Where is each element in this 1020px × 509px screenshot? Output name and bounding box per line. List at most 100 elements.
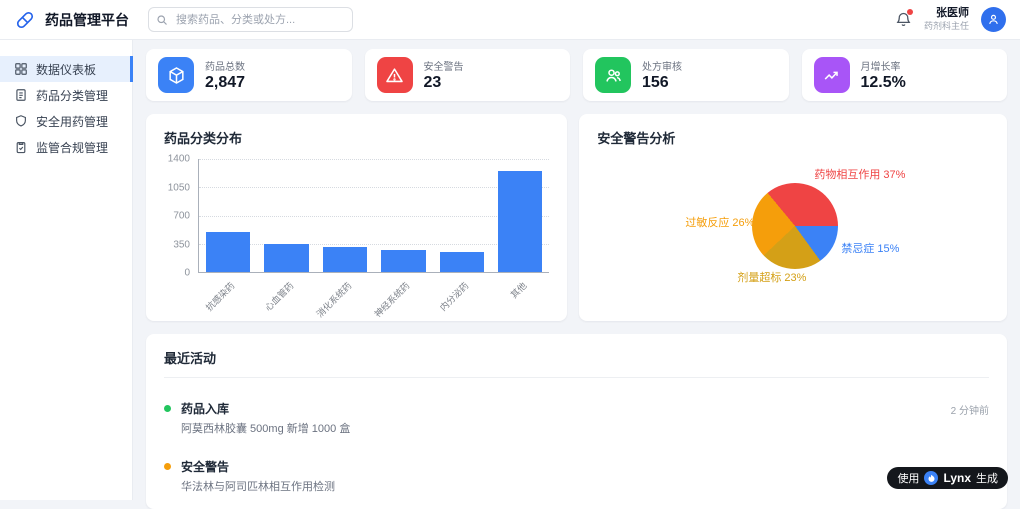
activity-row: 药品入库 阿莫西林胶囊 500mg 新增 1000 盒 2 分钟前 [164,400,989,436]
activity-item-desc: 华法林与阿司匹林相互作用检测 [181,478,335,494]
stat-value: 2,847 [205,73,245,92]
x-axis-label: 神经系统药 [372,279,413,320]
y-axis-tick-label: 700 [173,211,190,222]
search-box [148,7,353,32]
bar-slot: 抗感染药 [199,159,257,272]
pie-chart-title: 安全警告分析 [597,128,989,147]
activity-dot [164,405,171,412]
stat-card: 处方审核 156 [583,49,789,101]
activity-row: 安全警告 华法林与阿司匹林相互作用检测 [164,458,989,494]
activity-list: 药品入库 阿莫西林胶囊 500mg 新增 1000 盒 2 分钟前 安全警告 华… [164,400,989,494]
sidebar-item[interactable]: 安全用药管理 [0,108,132,134]
lynx-logo-icon [924,471,938,485]
bar-slot: 神经系统药 [374,159,432,272]
stat-card: 药品总数 2,847 [146,49,352,101]
pie-slice-label: 药物相互作用 37% [814,166,905,182]
pie-chart-card: 安全警告分析 药物相互作用 37% 过敏反应 26% 剂量超标 23% 禁忌症 15% [579,114,1007,321]
search-icon [156,14,168,26]
users-icon [595,57,631,93]
alert-icon [377,57,413,93]
sidebar-item[interactable]: 监管合规管理 [0,134,132,160]
y-axis-tick-label: 0 [184,268,190,279]
bar-slot: 其他 [491,159,549,272]
lynx-badge[interactable]: 使用 Lynx 生成 [887,467,1008,489]
stat-label: 处方审核 [642,58,682,73]
lynx-badge-brand: Lynx [943,471,971,485]
avatar[interactable] [981,7,1006,32]
bar-series: 抗感染药 心血管药 消化系统药 神经系统药 内分泌药 其他 [199,159,549,272]
bar-slot: 内分泌药 [433,159,491,272]
bar-chart-title: 药品分类分布 [164,128,549,147]
package-icon [158,57,194,93]
bar [323,247,367,272]
main-content: 数据仪表板 最后更新: 2025/8/29 21:31:29 药品总数 2,84… [133,0,1020,509]
trend-icon [814,57,850,93]
stat-card: 安全警告 23 [365,49,571,101]
pie-slice-label: 剂量超标 23% [737,269,806,285]
activity-item-time: 2 分钟前 [951,400,989,417]
shield-icon [14,114,28,128]
dashboard-icon [14,62,28,76]
document-icon [14,88,28,102]
sidebar-item[interactable]: 数据仪表板 [0,56,132,82]
x-axis-label: 抗感染药 [203,279,238,314]
sidebar-item-label: 药品分类管理 [36,87,108,104]
y-axis-tick-label: 350 [173,239,190,250]
brand: 药品管理平台 [14,9,132,31]
stat-label: 月增长率 [861,58,906,73]
stats-row: 药品总数 2,847 安全警告 23 处方审核 156 月增长率 12.5% [146,49,1007,101]
bar-chart-y-axis: 140010507003500 [164,159,198,273]
user-meta: 张医师 药剂科主任 [924,7,969,32]
bar [206,232,250,272]
bar-slot: 心血管药 [257,159,315,272]
charts-row: 药品分类分布 1400 1050 700 350 0 抗感染药 心血管药 消化系统药 神… [146,114,1007,321]
user-name: 张医师 [924,7,969,21]
x-axis-label: 内分泌药 [436,279,471,314]
sidebar-nav: 数据仪表板 药品分类管理 安全用药管理 监管合规管理 [0,56,132,160]
bar-chart-plot: 抗感染药 心血管药 消化系统药 神经系统药 内分泌药 其他 [198,159,549,273]
pie-slice-label: 过敏反应 26% [685,214,754,230]
activity-item-title: 药品入库 [181,400,350,417]
pie-chart: 药物相互作用 37% 过敏反应 26% 剂量超标 23% 禁忌症 15% [597,151,989,311]
lynx-badge-prefix: 使用 [897,470,919,486]
search-input[interactable] [148,7,353,32]
lynx-badge-suffix: 生成 [976,470,998,486]
sidebar-item-label: 数据仪表板 [36,61,96,78]
top-header: 药品管理平台 张医师 药剂科主任 [0,0,1020,40]
x-axis-label: 心血管药 [261,279,296,314]
header-right: 张医师 药剂科主任 [895,7,1006,32]
bar-chart-card: 药品分类分布 1400 1050 700 350 0 抗感染药 心血管药 消化系统药 神… [146,114,567,321]
pie-slice-label: 禁忌症 15% [841,240,899,256]
stat-value: 23 [424,73,464,92]
bar [381,250,425,272]
notification-bell-icon[interactable] [895,11,912,28]
pill-logo-icon [14,9,36,31]
sidebar-item-label: 监管合规管理 [36,139,108,156]
x-axis-label: 其他 [507,279,529,301]
bar [440,252,484,272]
bar-chart: 140010507003500 抗感染药 心血管药 消化系统药 神经系统药 内分… [164,159,549,273]
user-role: 药剂科主任 [924,21,969,32]
sidebar: 数据仪表板 药品分类管理 安全用药管理 监管合规管理 [0,40,133,500]
activity-item-title: 安全警告 [181,458,335,475]
clipboard-icon [14,140,28,154]
bar [498,171,542,272]
x-axis-label: 消化系统药 [313,279,354,320]
activity-title: 最近活动 [164,348,989,367]
y-axis-tick-label: 1400 [168,154,190,165]
activity-dot [164,463,171,470]
bar [264,244,308,272]
notification-dot [907,9,913,15]
stat-label: 安全警告 [424,58,464,73]
y-axis-tick-label: 1050 [168,182,190,193]
stat-value: 156 [642,73,682,92]
sidebar-item[interactable]: 药品分类管理 [0,82,132,108]
app-title: 药品管理平台 [45,10,129,30]
activity-item-desc: 阿莫西林胶囊 500mg 新增 1000 盒 [181,420,350,436]
activity-head: 最近活动 [164,348,989,378]
bar-slot: 消化系统药 [316,159,374,272]
stat-value: 12.5% [861,73,906,92]
pie-graphic [752,183,838,269]
stat-label: 药品总数 [205,58,245,73]
sidebar-item-label: 安全用药管理 [36,113,108,130]
